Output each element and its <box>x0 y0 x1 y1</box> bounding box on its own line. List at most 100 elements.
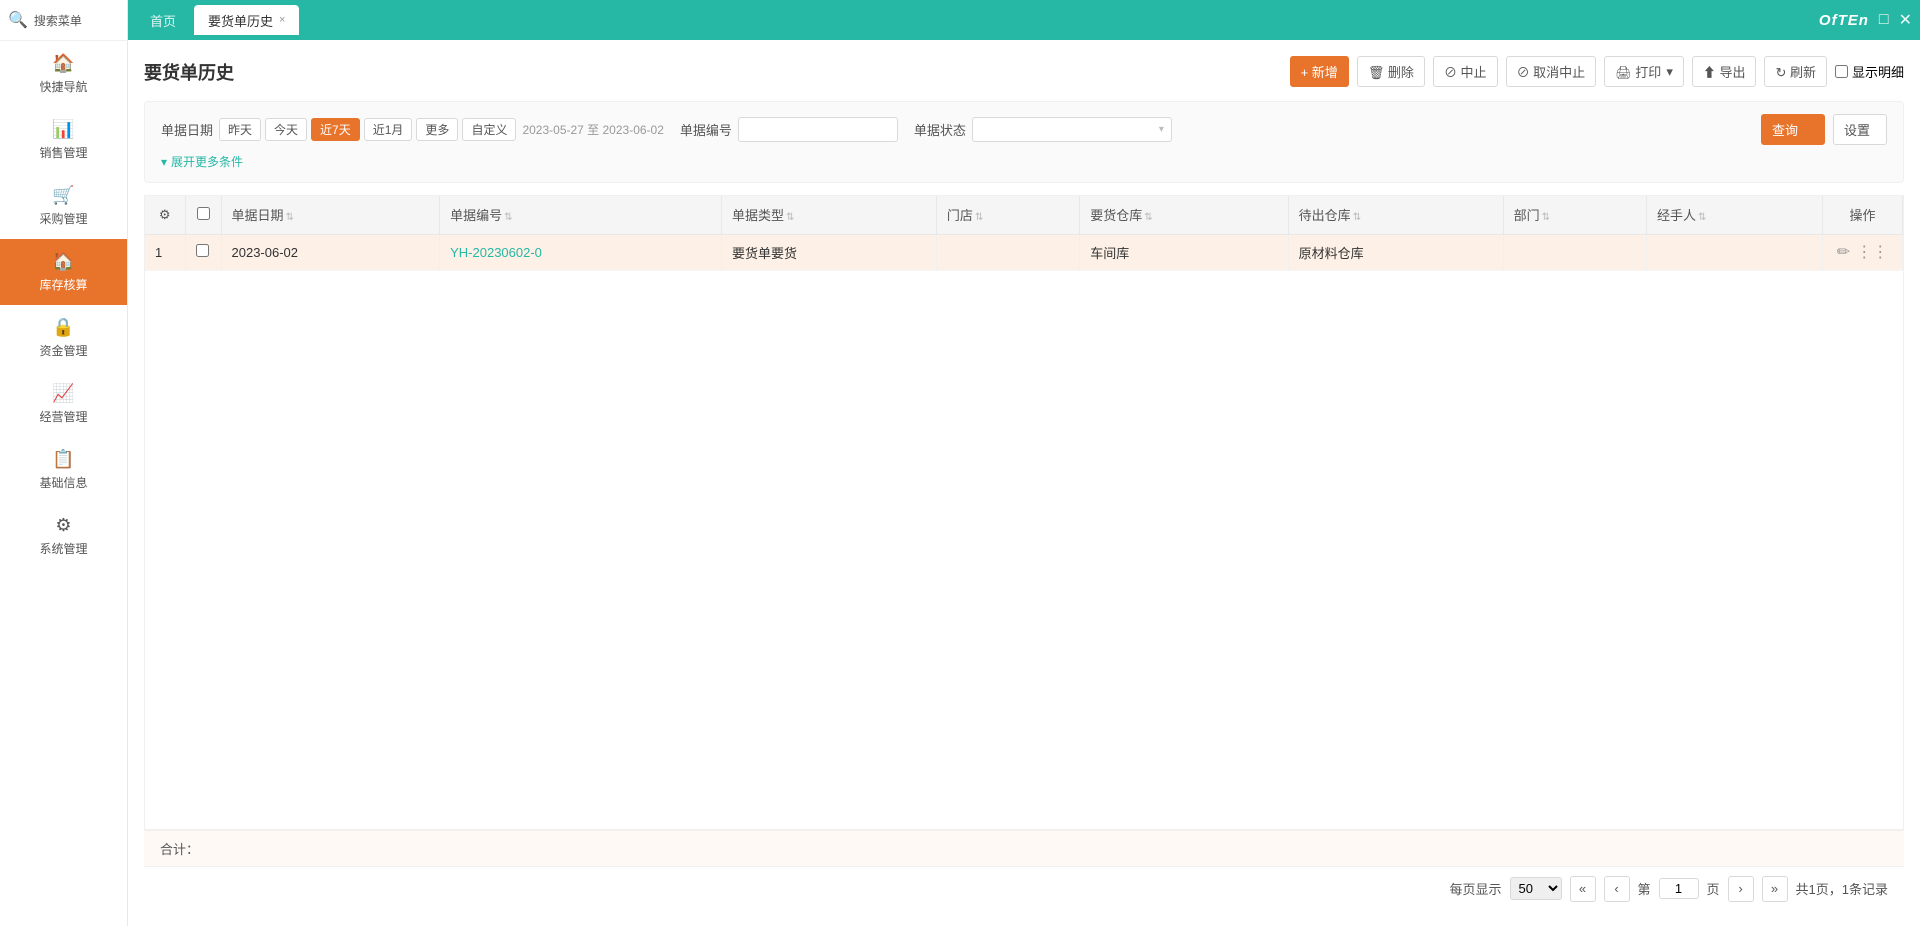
cell-doctype: 要货单要货 <box>721 234 936 270</box>
cell-handler <box>1647 234 1823 270</box>
settings-button[interactable]: 设置 <box>1833 114 1887 145</box>
sidebar-item-basics[interactable]: 📋 基础信息 <box>0 437 127 503</box>
tab-doc-history[interactable]: 要货单历史 × <box>194 5 299 35</box>
docno-input[interactable] <box>738 117 898 142</box>
data-table-wrap: ⚙ 单据日期⇅ 单据编号⇅ 单据类型⇅ 门店⇅ 要货仓库⇅ 待出仓库⇅ 部门⇅ … <box>144 195 1904 830</box>
row-checkbox[interactable] <box>196 244 209 257</box>
tab-home-label: 首页 <box>150 11 176 30</box>
sidebar-item-inventory[interactable]: 🏠 库存核算 <box>0 239 127 305</box>
th-dept[interactable]: 部门⇅ <box>1503 196 1646 234</box>
new-button[interactable]: + 新增 <box>1290 56 1349 87</box>
date-btn-custom[interactable]: 自定义 <box>462 118 516 141</box>
date-btn-7days[interactable]: 近7天 <box>311 118 360 141</box>
table-header-row: ⚙ 单据日期⇅ 单据编号⇅ 单据类型⇅ 门店⇅ 要货仓库⇅ 待出仓库⇅ 部门⇅ … <box>145 196 1903 234</box>
brand-logo: OfTEn <box>1819 12 1869 29</box>
th-handler[interactable]: 经手人⇅ <box>1647 196 1823 234</box>
cell-index: 1 <box>145 234 185 270</box>
page-suffix: 页 <box>1707 879 1720 898</box>
operations-icon: 📈 <box>52 383 74 404</box>
sales-icon: 📊 <box>52 119 74 140</box>
docno-label: 单据编号 <box>680 120 732 139</box>
select-all-checkbox[interactable] <box>197 207 210 220</box>
sidebar-item-purchase[interactable]: 🛒 采购管理 <box>0 173 127 239</box>
cell-date: 2023-06-02 <box>221 234 440 270</box>
edit-op-icon[interactable]: ✏ <box>1837 242 1850 262</box>
tab-active-label: 要货单历史 <box>208 11 273 30</box>
prev-page-button[interactable]: ‹ <box>1604 876 1630 902</box>
sidebar-search[interactable]: 🔍 搜索菜单 <box>0 0 127 41</box>
expand-more-btn[interactable]: ▾ 展开更多条件 <box>161 153 1887 170</box>
sidebar-item-quick-nav[interactable]: 🏠 快捷导航 <box>0 41 127 107</box>
status-dropdown-icon: ▾ <box>1159 124 1164 135</box>
last-page-button[interactable]: » <box>1762 876 1788 902</box>
stop-button[interactable]: ⊘ 中止 <box>1433 56 1498 87</box>
sidebar-item-label: 基础信息 <box>39 474 87 491</box>
sort-reqwh-icon: ⇅ <box>1144 212 1152 223</box>
per-page-label: 每页显示 <box>1449 879 1501 898</box>
tab-close-icon[interactable]: × <box>279 14 285 26</box>
more-op-icon[interactable]: ⋮⋮ <box>1856 242 1888 262</box>
search-icon: 🔍 <box>8 10 28 30</box>
data-table: ⚙ 单据日期⇅ 单据编号⇅ 单据类型⇅ 门店⇅ 要货仓库⇅ 待出仓库⇅ 部门⇅ … <box>145 196 1903 271</box>
next-page-button[interactable]: › <box>1728 876 1754 902</box>
close-window-icon[interactable]: ✕ <box>1899 10 1912 30</box>
sidebar: 🔍 搜索菜单 🏠 快捷导航 📊 销售管理 🛒 采购管理 🏠 库存核算 🔒 资金管… <box>0 0 128 926</box>
restore-icon[interactable]: □ <box>1879 11 1889 29</box>
print-button[interactable]: 🖨 打印 <box>1604 56 1684 87</box>
sort-handler-icon: ⇅ <box>1698 212 1706 223</box>
page-title: 要货单历史 <box>144 59 234 85</box>
query-button[interactable]: 查询 <box>1761 114 1825 145</box>
purchase-icon: 🛒 <box>52 185 74 206</box>
home-icon: 🏠 <box>52 53 74 74</box>
sidebar-search-label: 搜索菜单 <box>34 12 82 29</box>
inventory-icon: 🏠 <box>52 251 74 272</box>
th-ops: 操作 <box>1823 196 1903 234</box>
filter-date-group: 单据日期 昨天 今天 近7天 近1月 更多 自定义 2023-05-27 至 2… <box>161 118 664 141</box>
th-checkbox[interactable] <box>185 196 221 234</box>
cell-docno: YH-20230602-0 <box>440 234 722 270</box>
tab-home[interactable]: 首页 <box>136 5 190 35</box>
show-detail-checkbox[interactable] <box>1835 65 1848 78</box>
first-page-button[interactable]: « <box>1570 876 1596 902</box>
sidebar-item-system[interactable]: ⚙ 系统管理 <box>0 503 127 569</box>
docno-link[interactable]: YH-20230602-0 <box>450 245 542 260</box>
filter-area: 单据日期 昨天 今天 近7天 近1月 更多 自定义 2023-05-27 至 2… <box>144 101 1904 183</box>
show-detail-toggle[interactable]: 显示明细 <box>1835 62 1904 81</box>
th-store[interactable]: 门店⇅ <box>936 196 1079 234</box>
th-doctype[interactable]: 单据类型⇅ <box>721 196 936 234</box>
sort-dept-icon: ⇅ <box>1542 212 1550 223</box>
refresh-button[interactable]: ↻ 刷新 <box>1764 56 1827 87</box>
th-req-warehouse[interactable]: 要货仓库⇅ <box>1080 196 1288 234</box>
system-icon: ⚙ <box>55 515 71 536</box>
sort-date-icon: ⇅ <box>286 212 294 223</box>
export-button[interactable]: ⬆ 导出 <box>1692 56 1757 87</box>
date-btn-1month[interactable]: 近1月 <box>364 118 413 141</box>
th-target-warehouse[interactable]: 待出仓库⇅ <box>1288 196 1503 234</box>
cell-checkbox[interactable] <box>185 234 221 270</box>
th-docno[interactable]: 单据编号⇅ <box>440 196 722 234</box>
sum-label: 合计： <box>160 839 199 858</box>
th-settings[interactable]: ⚙ <box>145 196 185 234</box>
per-page-select[interactable]: 10 20 50 100 <box>1510 877 1562 900</box>
pagination: 每页显示 10 20 50 100 « ‹ 第 页 › » 共1页，1条记录 <box>144 866 1904 910</box>
sidebar-item-label: 系统管理 <box>39 540 87 557</box>
date-btn-more[interactable]: 更多 <box>416 118 458 141</box>
page-header: 要货单历史 + 新增 🗑 删除 ⊘ 中止 ⊘ 取消中止 🖨 打印 <box>144 56 1904 87</box>
page-input[interactable] <box>1659 878 1699 899</box>
date-buttons: 昨天 今天 近7天 近1月 更多 自定义 <box>219 118 516 141</box>
date-btn-today[interactable]: 今天 <box>265 118 307 141</box>
status-input[interactable] <box>972 117 1172 142</box>
cell-dept <box>1503 234 1646 270</box>
delete-button[interactable]: 🗑 删除 <box>1357 56 1425 87</box>
table-row[interactable]: 1 2023-06-02 YH-20230602-0 要货单要货 车间库 原材料… <box>145 234 1903 270</box>
date-btn-yesterday[interactable]: 昨天 <box>219 118 261 141</box>
th-date[interactable]: 单据日期⇅ <box>221 196 440 234</box>
sort-doctype-icon: ⇅ <box>786 212 794 223</box>
cancel-stop-button[interactable]: ⊘ 取消中止 <box>1506 56 1597 87</box>
main-area: 首页 要货单历史 × OfTEn □ ✕ 要货单历史 + 新增 🗑 删除 <box>128 0 1920 926</box>
sidebar-item-finance[interactable]: 🔒 资金管理 <box>0 305 127 371</box>
date-filter-label: 单据日期 <box>161 120 213 139</box>
filter-actions: 查询 设置 <box>1761 114 1887 145</box>
sidebar-item-operations[interactable]: 📈 经营管理 <box>0 371 127 437</box>
sidebar-item-sales[interactable]: 📊 销售管理 <box>0 107 127 173</box>
